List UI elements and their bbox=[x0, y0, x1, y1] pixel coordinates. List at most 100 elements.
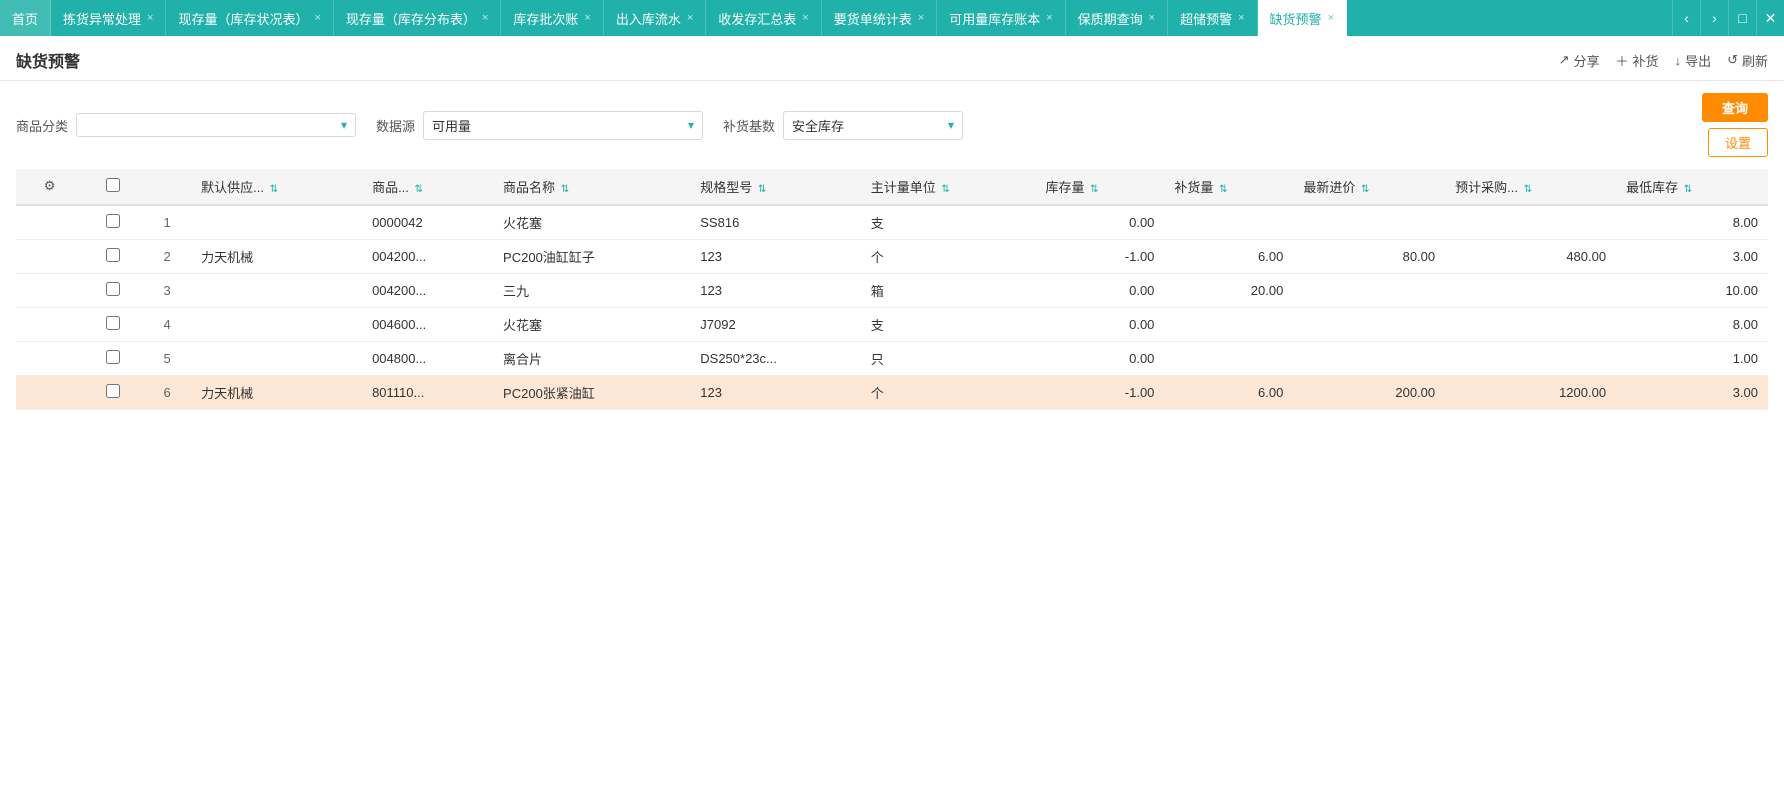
filter-actions: 查询 设置 bbox=[1702, 93, 1768, 157]
row-checkbox-4[interactable] bbox=[106, 350, 120, 364]
header-actions: ↗ 分享 ＋ 补货 ↓ 导出 ↺ 刷新 bbox=[1559, 51, 1768, 70]
row-product-name: 火花塞 bbox=[493, 205, 690, 240]
col-product-code-header[interactable]: 商品... ⇅ bbox=[362, 169, 493, 205]
row-product-code: 004200... bbox=[362, 240, 493, 274]
row-latest-price bbox=[1293, 342, 1445, 376]
tab-expiry-query[interactable]: 保质期查询 × bbox=[1066, 0, 1168, 36]
tab-close-batch-account[interactable]: × bbox=[584, 12, 590, 24]
tab-batch-account[interactable]: 库存批次账 × bbox=[501, 0, 603, 36]
row-replenish-qty bbox=[1164, 308, 1293, 342]
tab-scroll-right-btn[interactable]: › bbox=[1700, 0, 1728, 36]
col-latest-price-header[interactable]: 最新进价 ⇅ bbox=[1293, 169, 1445, 205]
row-unit: 支 bbox=[861, 308, 1036, 342]
row-spec: J7092 bbox=[690, 308, 861, 342]
row-min-stock: 3.00 bbox=[1616, 240, 1768, 274]
tab-close-shortage-warning[interactable]: × bbox=[1328, 12, 1334, 24]
share-button[interactable]: ↗ 分享 bbox=[1559, 51, 1600, 70]
tab-inout-flow[interactable]: 出入库流水 × bbox=[604, 0, 706, 36]
row-min-stock: 8.00 bbox=[1616, 205, 1768, 240]
tab-current-stock-status[interactable]: 现存量（库存状况表） × bbox=[166, 0, 333, 36]
share-icon: ↗ bbox=[1559, 52, 1570, 68]
col-stock-qty-header[interactable]: 库存量 ⇅ bbox=[1036, 169, 1165, 205]
row-checkbox-5[interactable] bbox=[106, 384, 120, 398]
row-unit: 个 bbox=[861, 240, 1036, 274]
col-unit-header[interactable]: 主计量单位 ⇅ bbox=[861, 169, 1036, 205]
col-checkbox-header bbox=[83, 169, 143, 205]
tab-close-receipt-summary[interactable]: × bbox=[802, 12, 808, 24]
category-filter-group: 商品分类 ▾ bbox=[16, 113, 356, 137]
replenish-basis-value: 安全库存 bbox=[792, 116, 844, 135]
settings-button[interactable]: 设置 bbox=[1708, 128, 1768, 157]
tab-home[interactable]: 首页 bbox=[0, 0, 51, 36]
row-product-name: PC200张紧油缸 bbox=[493, 376, 690, 410]
table-row: 4 004600... 火花塞 J7092 支 0.00 8.00 bbox=[16, 308, 1768, 342]
sort-unit-icon: ⇅ bbox=[941, 184, 949, 195]
row-index: 6 bbox=[143, 376, 191, 410]
sort-replenish-qty-icon: ⇅ bbox=[1219, 184, 1227, 195]
col-spec-header[interactable]: 规格型号 ⇅ bbox=[690, 169, 861, 205]
col-default-supplier-header[interactable]: 默认供应... ⇅ bbox=[191, 169, 362, 205]
row-replenish-qty bbox=[1164, 205, 1293, 240]
row-product-name: PC200油缸缸子 bbox=[493, 240, 690, 274]
row-product-code: 004200... bbox=[362, 274, 493, 308]
tab-receipt-summary[interactable]: 收发存汇总表 × bbox=[706, 0, 821, 36]
replenish-button[interactable]: ＋ 补货 bbox=[1616, 51, 1659, 70]
row-settings-cell bbox=[16, 308, 83, 342]
table-row: 5 004800... 离合片 DS250*23c... 只 0.00 1.00 bbox=[16, 342, 1768, 376]
sort-product-name-icon: ⇅ bbox=[561, 184, 569, 195]
table-container: ⚙ 默认供应... ⇅ 商品... ⇅ 商品名称 ⇅ bbox=[0, 169, 1784, 410]
tab-close-all-btn[interactable]: ✕ bbox=[1756, 0, 1784, 36]
tab-close-current-stock-status[interactable]: × bbox=[314, 12, 320, 24]
row-spec: 123 bbox=[690, 376, 861, 410]
row-product-code: 801110... bbox=[362, 376, 493, 410]
col-estimated-purchase-header[interactable]: 预计采购... ⇅ bbox=[1445, 169, 1616, 205]
replenish-basis-label: 补货基数 bbox=[723, 116, 775, 135]
datasource-select[interactable]: 可用量 ▾ bbox=[423, 111, 703, 140]
row-checkbox-3[interactable] bbox=[106, 316, 120, 330]
replenish-basis-select[interactable]: 安全库存 ▾ bbox=[783, 111, 963, 140]
row-checkbox-2[interactable] bbox=[106, 282, 120, 296]
row-settings-cell bbox=[16, 205, 83, 240]
row-checkbox-0[interactable] bbox=[106, 214, 120, 228]
column-settings-icon[interactable]: ⚙ bbox=[41, 178, 59, 196]
tab-close-inout-flow[interactable]: × bbox=[687, 12, 693, 24]
tab-available-ledger[interactable]: 可用量库存账本 × bbox=[937, 0, 1065, 36]
tab-close-current-stock-distribution[interactable]: × bbox=[482, 12, 488, 24]
row-checkbox-1[interactable] bbox=[106, 248, 120, 262]
col-replenish-qty-header[interactable]: 补货量 ⇅ bbox=[1164, 169, 1293, 205]
select-all-checkbox[interactable] bbox=[106, 178, 120, 192]
table-row: 2 力天机械 004200... PC200油缸缸子 123 个 -1.00 6… bbox=[16, 240, 1768, 274]
row-stock-qty: 0.00 bbox=[1036, 342, 1165, 376]
tab-overstock-warning[interactable]: 超储预警 × bbox=[1168, 0, 1257, 36]
tab-current-stock-distribution[interactable]: 现存量（库存分布表） × bbox=[334, 0, 501, 36]
category-chevron-icon: ▾ bbox=[341, 118, 347, 132]
row-default-supplier bbox=[191, 342, 362, 376]
row-default-supplier: 力天机械 bbox=[191, 240, 362, 274]
col-product-name-header[interactable]: 商品名称 ⇅ bbox=[493, 169, 690, 205]
tab-pick-exception[interactable]: 拣货异常处理 × bbox=[51, 0, 166, 36]
row-checkbox-cell bbox=[83, 308, 143, 342]
tab-close-demand-stats[interactable]: × bbox=[918, 12, 924, 24]
tab-demand-stats[interactable]: 要货单统计表 × bbox=[822, 0, 937, 36]
tab-close-expiry-query[interactable]: × bbox=[1149, 12, 1155, 24]
col-min-stock-header[interactable]: 最低库存 ⇅ bbox=[1616, 169, 1768, 205]
row-min-stock: 1.00 bbox=[1616, 342, 1768, 376]
row-spec: 123 bbox=[690, 240, 861, 274]
tab-scroll-left-btn[interactable]: ‹ bbox=[1672, 0, 1700, 36]
row-settings-cell bbox=[16, 342, 83, 376]
row-default-supplier bbox=[191, 274, 362, 308]
row-index: 4 bbox=[143, 308, 191, 342]
export-button[interactable]: ↓ 导出 bbox=[1675, 51, 1712, 70]
query-button[interactable]: 查询 bbox=[1702, 93, 1768, 122]
category-select[interactable]: ▾ bbox=[76, 113, 356, 137]
tab-shortage-warning[interactable]: 缺货预警 × bbox=[1258, 0, 1347, 36]
row-replenish-qty: 6.00 bbox=[1164, 376, 1293, 410]
refresh-button[interactable]: ↺ 刷新 bbox=[1727, 51, 1768, 70]
table-row: 3 004200... 三九 123 箱 0.00 20.00 10.00 bbox=[16, 274, 1768, 308]
tab-close-available-ledger[interactable]: × bbox=[1046, 12, 1052, 24]
replenish-basis-filter-group: 补货基数 安全库存 ▾ bbox=[723, 111, 963, 140]
page-header: 缺货预警 ↗ 分享 ＋ 补货 ↓ 导出 ↺ 刷新 bbox=[0, 36, 1784, 81]
tab-maximize-btn[interactable]: □ bbox=[1728, 0, 1756, 36]
tab-close-pick-exception[interactable]: × bbox=[147, 12, 153, 24]
tab-close-overstock-warning[interactable]: × bbox=[1238, 12, 1244, 24]
